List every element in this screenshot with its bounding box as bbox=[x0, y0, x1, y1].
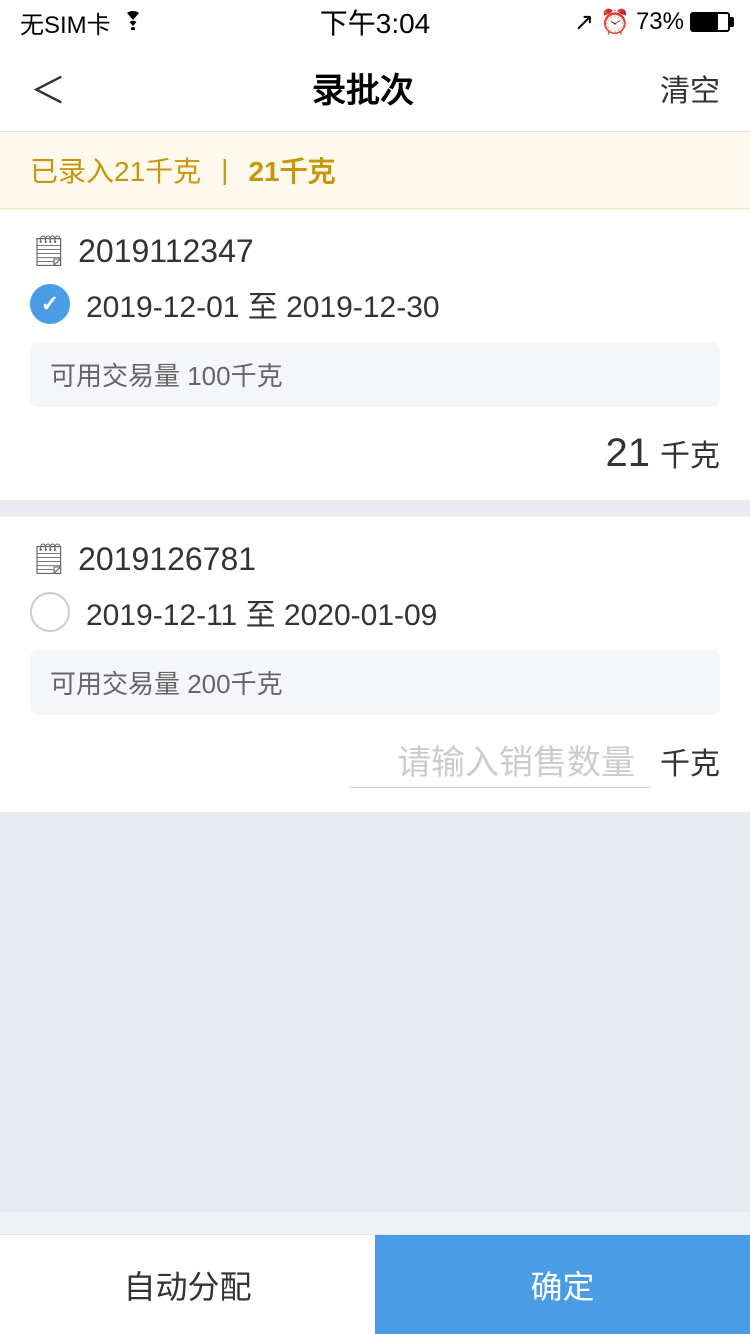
batch-2-date: 2019-12-11 至 2020-01-09 bbox=[86, 590, 437, 634]
batch-1-unit: 千克 bbox=[660, 431, 720, 475]
gray-area bbox=[0, 812, 750, 1212]
back-button[interactable]: ＜ bbox=[30, 62, 66, 114]
qty-input-wrapper bbox=[350, 744, 650, 788]
auto-distribute-button[interactable]: 自动分配 bbox=[0, 1235, 375, 1334]
input-underline bbox=[350, 787, 650, 788]
info-divider: | bbox=[221, 154, 228, 186]
info-bar: 已录入21千克 | 21千克 bbox=[0, 132, 750, 209]
batch-1-avail-box: 可用交易量 100千克 bbox=[30, 342, 720, 407]
batch-2-id: 2019126781 bbox=[78, 541, 256, 578]
battery-icon bbox=[690, 12, 730, 32]
batch-1-avail: 可用交易量 100千克 bbox=[50, 361, 283, 391]
carrier-text: 无SIM卡 bbox=[20, 5, 111, 40]
batch-1-date: 2019-12-01 至 2019-12-30 bbox=[86, 282, 440, 326]
batch-2-radio[interactable] bbox=[30, 592, 70, 632]
batch-1-date-row: 2019-12-01 至 2019-12-30 bbox=[30, 282, 720, 326]
batch-icon-1: 🗒 bbox=[30, 234, 68, 269]
bottom-bar: 自动分配 确定 bbox=[0, 1234, 750, 1334]
status-bar: 无SIM卡 下午3:04 ↗ ⏰ 73% bbox=[0, 0, 750, 44]
batch-2-input-row: 千克 bbox=[0, 715, 750, 812]
batch-2-unit: 千克 bbox=[660, 739, 720, 783]
section-divider bbox=[0, 501, 750, 517]
status-right: ↗ ⏰ 73% bbox=[574, 8, 730, 37]
batch-icon-2: 🗒 bbox=[30, 542, 68, 577]
batch-1-radio[interactable] bbox=[30, 284, 70, 324]
location-icon: ↗ bbox=[574, 8, 594, 37]
batch-2-avail-box: 可用交易量 200千克 bbox=[30, 650, 720, 715]
batch-2-avail: 可用交易量 200千克 bbox=[50, 669, 283, 699]
batch-2-header: 🗒 2019126781 bbox=[30, 541, 720, 578]
batch-1-header: 🗒 2019112347 bbox=[30, 233, 720, 270]
batch-item-2: 🗒 2019126781 2019-12-11 至 2020-01-09 可用交… bbox=[0, 517, 750, 812]
nav-bar: ＜ 录批次 清空 bbox=[0, 44, 750, 132]
confirm-button[interactable]: 确定 bbox=[375, 1235, 750, 1334]
alarm-icon: ⏰ bbox=[600, 8, 630, 37]
batch-1-id: 2019112347 bbox=[78, 233, 254, 270]
clear-button[interactable]: 清空 bbox=[660, 66, 720, 110]
batch-1-amount-row: 21 千克 bbox=[0, 407, 750, 501]
battery-percent: 73% bbox=[636, 8, 684, 36]
batch-item-1: 🗒 2019112347 2019-12-01 至 2019-12-30 可用交… bbox=[0, 209, 750, 501]
quantity-input[interactable] bbox=[350, 744, 650, 783]
wifi-icon bbox=[119, 8, 147, 37]
page-title: 录批次 bbox=[312, 63, 414, 112]
status-left: 无SIM卡 bbox=[20, 5, 147, 40]
info-amount: 21千克 bbox=[248, 150, 335, 190]
batch-2-date-row: 2019-12-11 至 2020-01-09 bbox=[30, 590, 720, 634]
status-time: 下午3:04 bbox=[320, 2, 431, 42]
batch-1-quantity: 21 bbox=[606, 431, 651, 476]
recorded-label: 已录入21千克 bbox=[30, 150, 201, 190]
